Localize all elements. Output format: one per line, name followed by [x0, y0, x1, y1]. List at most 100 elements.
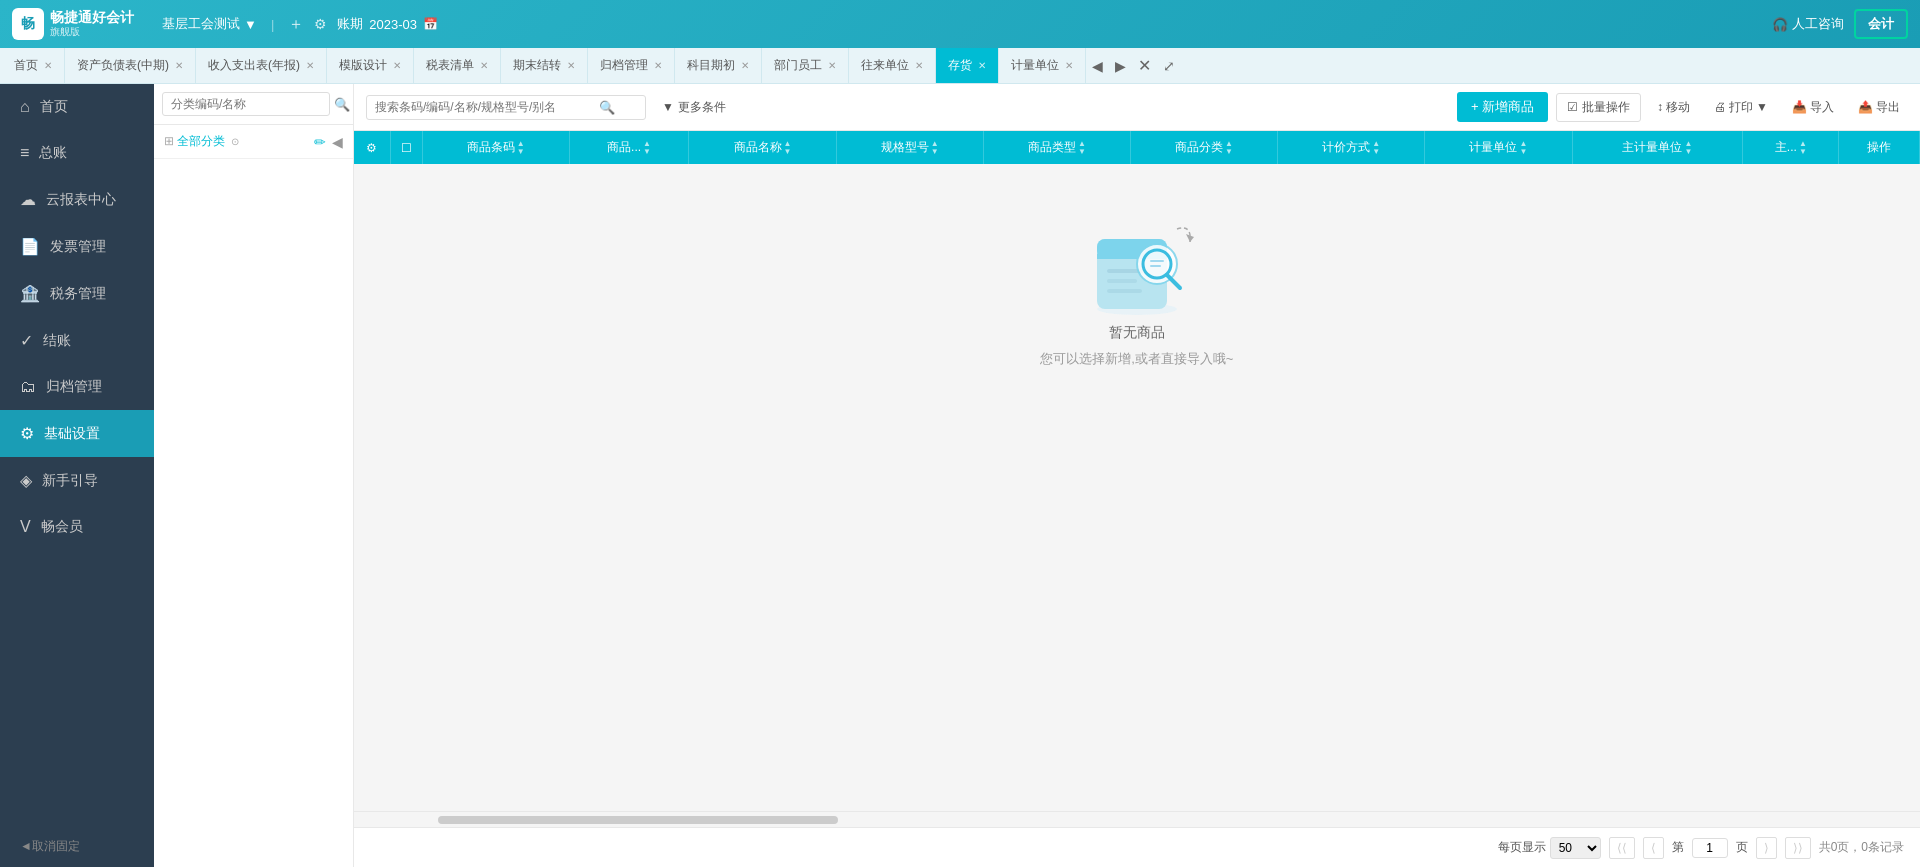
logo-area: 畅 畅捷通好会计 旗舰版	[12, 8, 152, 40]
sidebar-item-home[interactable]: ⌂ 首页	[0, 84, 154, 130]
tab-subject[interactable]: 科目期初 ✕	[675, 48, 762, 84]
tab-next-btn[interactable]: ▶	[1109, 48, 1132, 84]
tab-close-home[interactable]: ✕	[44, 60, 52, 71]
tab-close-partner[interactable]: ✕	[915, 60, 923, 71]
tab-inventory[interactable]: 存货 ✕	[936, 48, 999, 84]
left-category-panel: 🔍 ⊞ 全部分类 ⊙ ✏ ◀	[154, 84, 354, 867]
table-col-spec[interactable]: 规格型号 ▲▼	[836, 131, 983, 164]
search-input[interactable]	[375, 100, 595, 114]
tab-archive[interactable]: 归档管理 ✕	[588, 48, 675, 84]
tab-close-archive[interactable]: ✕	[654, 60, 662, 71]
logo-text: 畅捷通好会计	[50, 9, 134, 26]
scroll-area[interactable]	[354, 811, 1920, 827]
tab-partner[interactable]: 往来单位 ✕	[849, 48, 936, 84]
category-search-icon[interactable]: 🔍	[334, 97, 350, 112]
tab-expand-btn[interactable]: ⤢	[1157, 48, 1181, 84]
tab-template[interactable]: 模版设计 ✕	[327, 48, 414, 84]
per-page-select[interactable]: 50 100 200	[1550, 837, 1601, 859]
move-btn[interactable]: ↕ 移动	[1649, 94, 1698, 121]
ledger-icon: ≡	[20, 144, 29, 162]
category-collapse-icon[interactable]: ◀	[332, 134, 343, 150]
tab-close-period-end[interactable]: ✕	[567, 60, 575, 71]
page-next-btn[interactable]: ⟩	[1756, 837, 1777, 859]
sidebar-item-archive[interactable]: 🗂 归档管理	[0, 364, 154, 410]
category-search-area: 🔍	[154, 84, 353, 125]
unpin-sidebar-btn[interactable]: ◄取消固定	[0, 826, 154, 867]
sidebar: ⌂ 首页 ≡ 总账 ☁ 云报表中心 📄 发票管理 🏦 税务管理 ✓ 结账 🗂 归…	[0, 84, 154, 867]
toolbar: 🔍 ▼ 更多条件 + 新增商品 ☑ 批量操作 ↕ 移动	[354, 84, 1920, 131]
search-icon[interactable]: 🔍	[599, 100, 615, 115]
all-categories-label: ⊞ 全部分类 ⊙	[164, 133, 239, 150]
export-btn[interactable]: 📤 导出	[1850, 94, 1908, 121]
category-header: ⊞ 全部分类 ⊙ ✏ ◀	[154, 125, 353, 159]
import-btn[interactable]: 📥 导入	[1784, 94, 1842, 121]
category-edit-icon[interactable]: ✏	[314, 134, 326, 150]
batch-operate-btn[interactable]: ☑ 批量操作	[1556, 93, 1641, 122]
basic-icon: ⚙	[20, 424, 34, 443]
table-col-settings[interactable]: ⚙	[354, 131, 390, 164]
toolbar-right: + 新增商品 ☑ 批量操作 ↕ 移动 🖨 打印 ▼	[1457, 92, 1908, 122]
main-layout: ⌂ 首页 ≡ 总账 ☁ 云报表中心 📄 发票管理 🏦 税务管理 ✓ 结账 🗂 归…	[0, 84, 1920, 867]
page-prev-btn[interactable]: ⟨	[1643, 837, 1664, 859]
sidebar-item-invoice[interactable]: 📄 发票管理	[0, 223, 154, 270]
sidebar-item-tax[interactable]: 🏦 税务管理	[0, 270, 154, 317]
table-col-code[interactable]: 商品... ▲▼	[569, 131, 689, 164]
table-col-main-unit[interactable]: 主计量单位 ▲▼	[1572, 131, 1743, 164]
tab-close-all-btn[interactable]: ✕	[1132, 48, 1157, 84]
tab-close-template[interactable]: ✕	[393, 60, 401, 71]
sidebar-item-settle[interactable]: ✓ 结账	[0, 317, 154, 364]
tab-home[interactable]: 首页 ✕	[2, 48, 65, 84]
tab-taxform[interactable]: 税表清单 ✕	[414, 48, 501, 84]
category-search-input[interactable]	[162, 92, 330, 116]
page-last-btn[interactable]: ⟩⟩	[1785, 837, 1811, 859]
logo-icon: 畅	[12, 8, 44, 40]
empty-desc: 您可以选择新增,或者直接导入哦~	[1040, 350, 1233, 368]
table-col-name[interactable]: 商品名称 ▲▼	[689, 131, 836, 164]
sidebar-item-ledger[interactable]: ≡ 总账	[0, 130, 154, 176]
tab-close-subject[interactable]: ✕	[741, 60, 749, 71]
add-company-btn[interactable]: ＋	[288, 14, 304, 35]
page-input[interactable]	[1692, 838, 1728, 858]
tab-income[interactable]: 收入支出表(年报) ✕	[196, 48, 327, 84]
tab-bar: 首页 ✕ 资产负债表(中期) ✕ 收入支出表(年报) ✕ 模版设计 ✕ 税表清单…	[0, 48, 1920, 84]
tab-assets[interactable]: 资产负债表(中期) ✕	[65, 48, 196, 84]
reports-icon: ☁	[20, 190, 36, 209]
table-col-barcode[interactable]: 商品条码 ▲▼	[422, 131, 569, 164]
table-wrap: ⚙ ☐ 商品条码 ▲▼ 商品...	[354, 131, 1920, 811]
empty-title: 暂无商品	[1109, 324, 1165, 342]
settings-icon[interactable]: ⚙	[314, 16, 327, 32]
table-col-type[interactable]: 商品类型 ▲▼	[983, 131, 1130, 164]
consult-btn[interactable]: 🎧 人工咨询	[1772, 15, 1844, 33]
invoice-icon: 📄	[20, 237, 40, 256]
company-selector[interactable]: 基层工会测试 ▼	[162, 15, 257, 33]
empty-illustration	[1072, 204, 1202, 324]
tab-unit[interactable]: 计量单位 ✕	[999, 48, 1086, 84]
pagination: 每页显示 50 100 200 ⟨⟨ ⟨ 第 页 ⟩ ⟩⟩ 共0页，0条记录	[354, 827, 1920, 867]
empty-state: 暂无商品 您可以选择新增,或者直接导入哦~	[354, 164, 1920, 408]
table-col-check[interactable]: ☐	[390, 131, 422, 164]
more-filter-btn[interactable]: ▼ 更多条件	[654, 95, 734, 120]
table-col-price-method[interactable]: 计价方式 ▲▼	[1278, 131, 1425, 164]
add-product-btn[interactable]: + 新增商品	[1457, 92, 1548, 122]
tab-close-dept[interactable]: ✕	[828, 60, 836, 71]
table-col-unit[interactable]: 计量单位 ▲▼	[1425, 131, 1572, 164]
table-col-extra[interactable]: 主... ▲▼	[1743, 131, 1839, 164]
tab-close-income[interactable]: ✕	[306, 60, 314, 71]
print-btn[interactable]: 🖨 打印 ▼	[1706, 94, 1776, 121]
kuaiji-button[interactable]: 会计	[1854, 9, 1908, 39]
tab-close-assets[interactable]: ✕	[175, 60, 183, 71]
sidebar-item-member[interactable]: V 畅会员	[0, 504, 154, 550]
tab-dept[interactable]: 部门员工 ✕	[762, 48, 849, 84]
table-col-category[interactable]: 商品分类 ▲▼	[1130, 131, 1277, 164]
tab-close-unit[interactable]: ✕	[1065, 60, 1073, 71]
sidebar-item-guide[interactable]: ◈ 新手引导	[0, 457, 154, 504]
page-first-btn[interactable]: ⟨⟨	[1609, 837, 1635, 859]
tab-period-end[interactable]: 期末结转 ✕	[501, 48, 588, 84]
tab-close-taxform[interactable]: ✕	[480, 60, 488, 71]
sidebar-item-basic[interactable]: ⚙ 基础设置	[0, 410, 154, 457]
sidebar-item-reports[interactable]: ☁ 云报表中心	[0, 176, 154, 223]
scroll-thumb[interactable]	[438, 816, 838, 824]
tab-prev-btn[interactable]: ◀	[1086, 48, 1109, 84]
tab-close-inventory[interactable]: ✕	[978, 60, 986, 71]
product-table: ⚙ ☐ 商品条码 ▲▼ 商品...	[354, 131, 1920, 408]
